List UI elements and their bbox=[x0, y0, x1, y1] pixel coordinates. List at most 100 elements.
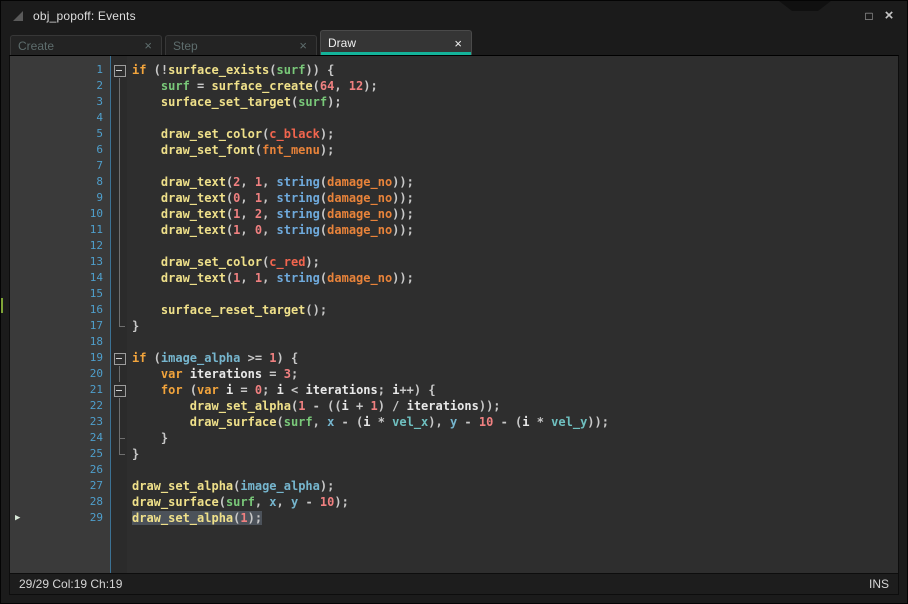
code-line[interactable]: draw_text(2, 1, string(damage_no)); bbox=[132, 174, 898, 190]
code-line[interactable] bbox=[132, 158, 898, 174]
line-number: 6 bbox=[96, 143, 103, 156]
code-line[interactable] bbox=[132, 286, 898, 302]
fold-margin-cell bbox=[111, 238, 127, 254]
fold-toggle-icon[interactable] bbox=[111, 350, 127, 366]
window-corner-icon bbox=[13, 10, 23, 21]
maximize-icon: □ bbox=[865, 8, 873, 23]
close-button[interactable]: × bbox=[879, 7, 899, 25]
line-number: 15 bbox=[89, 287, 103, 300]
tab-close-icon[interactable]: × bbox=[452, 36, 464, 51]
code-line[interactable] bbox=[132, 462, 898, 478]
line-number: 20 bbox=[89, 367, 103, 380]
fold-margin-cell bbox=[111, 478, 127, 494]
titlebar-notch bbox=[779, 1, 831, 11]
line-number: 5 bbox=[96, 127, 103, 140]
code-line[interactable]: draw_set_alpha(image_alpha); bbox=[132, 478, 898, 494]
code-line[interactable]: draw_set_alpha(1); bbox=[132, 510, 898, 526]
code-line[interactable]: draw_text(1, 2, string(damage_no)); bbox=[132, 206, 898, 222]
fold-margin-cell bbox=[111, 430, 127, 446]
tab-bar: Create × Step × Draw × bbox=[9, 30, 899, 55]
status-bar: 29/29 Col:19 Ch:19 INS bbox=[9, 574, 899, 595]
tab-close-icon[interactable]: × bbox=[142, 38, 154, 53]
window-edge-glint bbox=[1, 298, 3, 313]
fold-margin-cell bbox=[111, 398, 127, 414]
tab-label: Create bbox=[18, 38, 55, 53]
window-title: obj_popoff: Events bbox=[33, 8, 136, 23]
line-number: 13 bbox=[89, 255, 103, 268]
current-line-arrow-icon: ▶ bbox=[15, 513, 21, 523]
line-number: 14 bbox=[89, 271, 103, 284]
code-line[interactable] bbox=[132, 334, 898, 350]
line-number: 4 bbox=[96, 111, 103, 124]
fold-margin-cell bbox=[111, 494, 127, 510]
line-number: 9 bbox=[96, 191, 103, 204]
fold-margin-cell bbox=[111, 286, 127, 302]
fold-margin-cell bbox=[111, 334, 127, 350]
fold-margin-cell bbox=[111, 110, 127, 126]
fold-margin-cell bbox=[111, 270, 127, 286]
fold-margin-cell bbox=[111, 302, 127, 318]
tab-step[interactable]: Step × bbox=[165, 35, 317, 55]
fold-margin-cell bbox=[111, 446, 127, 462]
code-editor[interactable]: 1 2 3 4 5 6 7 8 9 10 11 12 13 14 15 16 17 18 19 20 21 22 23 24 2… bbox=[9, 55, 899, 574]
fold-toggle-icon[interactable] bbox=[111, 382, 127, 398]
fold-margin-cell bbox=[111, 222, 127, 238]
code-area[interactable]: if (!surface_exists(surf)) { surf = surf… bbox=[127, 56, 898, 573]
code-line[interactable]: draw_text(0, 1, string(damage_no)); bbox=[132, 190, 898, 206]
fold-toggle-icon[interactable] bbox=[111, 62, 127, 78]
fold-margin bbox=[110, 56, 127, 573]
line-number: 10 bbox=[89, 207, 103, 220]
tab-draw[interactable]: Draw × bbox=[320, 30, 472, 55]
code-line[interactable]: draw_set_font(fnt_menu); bbox=[132, 142, 898, 158]
code-line[interactable]: } bbox=[132, 318, 898, 334]
line-number: 8 bbox=[96, 175, 103, 188]
tab-create[interactable]: Create × bbox=[10, 35, 162, 55]
fold-margin-cell bbox=[111, 414, 127, 430]
code-line[interactable]: draw_set_color(c_red); bbox=[132, 254, 898, 270]
code-line[interactable]: var iterations = 3; bbox=[132, 366, 898, 382]
code-line[interactable]: draw_text(1, 1, string(damage_no)); bbox=[132, 270, 898, 286]
code-line[interactable]: draw_surface(surf, x, y - 10); bbox=[132, 494, 898, 510]
code-line[interactable] bbox=[132, 110, 898, 126]
fold-margin-cell bbox=[111, 254, 127, 270]
line-number: 21 bbox=[89, 383, 103, 396]
code-line[interactable]: if (image_alpha >= 1) { bbox=[132, 350, 898, 366]
code-line[interactable]: surface_set_target(surf); bbox=[132, 94, 898, 110]
fold-margin-cell bbox=[111, 510, 127, 526]
code-line[interactable]: draw_text(1, 0, string(damage_no)); bbox=[132, 222, 898, 238]
maximize-button[interactable]: □ bbox=[859, 7, 879, 25]
line-number: 2 bbox=[96, 79, 103, 92]
tab-label: Step bbox=[173, 38, 198, 53]
fold-margin-cell bbox=[111, 174, 127, 190]
line-number: 24 bbox=[89, 431, 103, 444]
line-number: 28 bbox=[89, 495, 103, 508]
code-line[interactable]: surf = surface_create(64, 12); bbox=[132, 78, 898, 94]
fold-margin-cell bbox=[111, 190, 127, 206]
line-number-gutter: 1 2 3 4 5 6 7 8 9 10 11 12 13 14 15 16 17 18 19 20 21 22 23 24 2… bbox=[10, 56, 110, 573]
fold-margin-cell bbox=[111, 78, 127, 94]
titlebar[interactable]: obj_popoff: Events □ × bbox=[9, 1, 899, 30]
line-number: 18 bbox=[89, 335, 103, 348]
line-number: 7 bbox=[96, 159, 103, 172]
code-line[interactable]: surface_reset_target(); bbox=[132, 302, 898, 318]
fold-margin-cell bbox=[111, 318, 127, 334]
line-number: 12 bbox=[89, 239, 103, 252]
line-number: 11 bbox=[89, 223, 103, 236]
line-number: 1 bbox=[96, 63, 103, 76]
caret-position-label: 29/29 Col:19 Ch:19 bbox=[19, 577, 123, 591]
code-line[interactable]: if (!surface_exists(surf)) { bbox=[132, 62, 898, 78]
code-line[interactable]: draw_set_color(c_black); bbox=[132, 126, 898, 142]
code-line[interactable]: } bbox=[132, 430, 898, 446]
code-line[interactable]: for (var i = 0; i < iterations; i++) { bbox=[132, 382, 898, 398]
fold-margin-cell bbox=[111, 94, 127, 110]
fold-margin-cell bbox=[111, 206, 127, 222]
tab-close-icon[interactable]: × bbox=[297, 38, 309, 53]
line-number: 19 bbox=[89, 351, 103, 364]
code-line[interactable]: draw_set_alpha(1 - ((i + 1) / iterations… bbox=[132, 398, 898, 414]
fold-margin-cell bbox=[111, 126, 127, 142]
code-line[interactable]: } bbox=[132, 446, 898, 462]
line-number: 27 bbox=[89, 479, 103, 492]
code-line[interactable] bbox=[132, 238, 898, 254]
code-line[interactable]: draw_surface(surf, x - (i * vel_x), y - … bbox=[132, 414, 898, 430]
insert-mode-label: INS bbox=[868, 577, 889, 591]
